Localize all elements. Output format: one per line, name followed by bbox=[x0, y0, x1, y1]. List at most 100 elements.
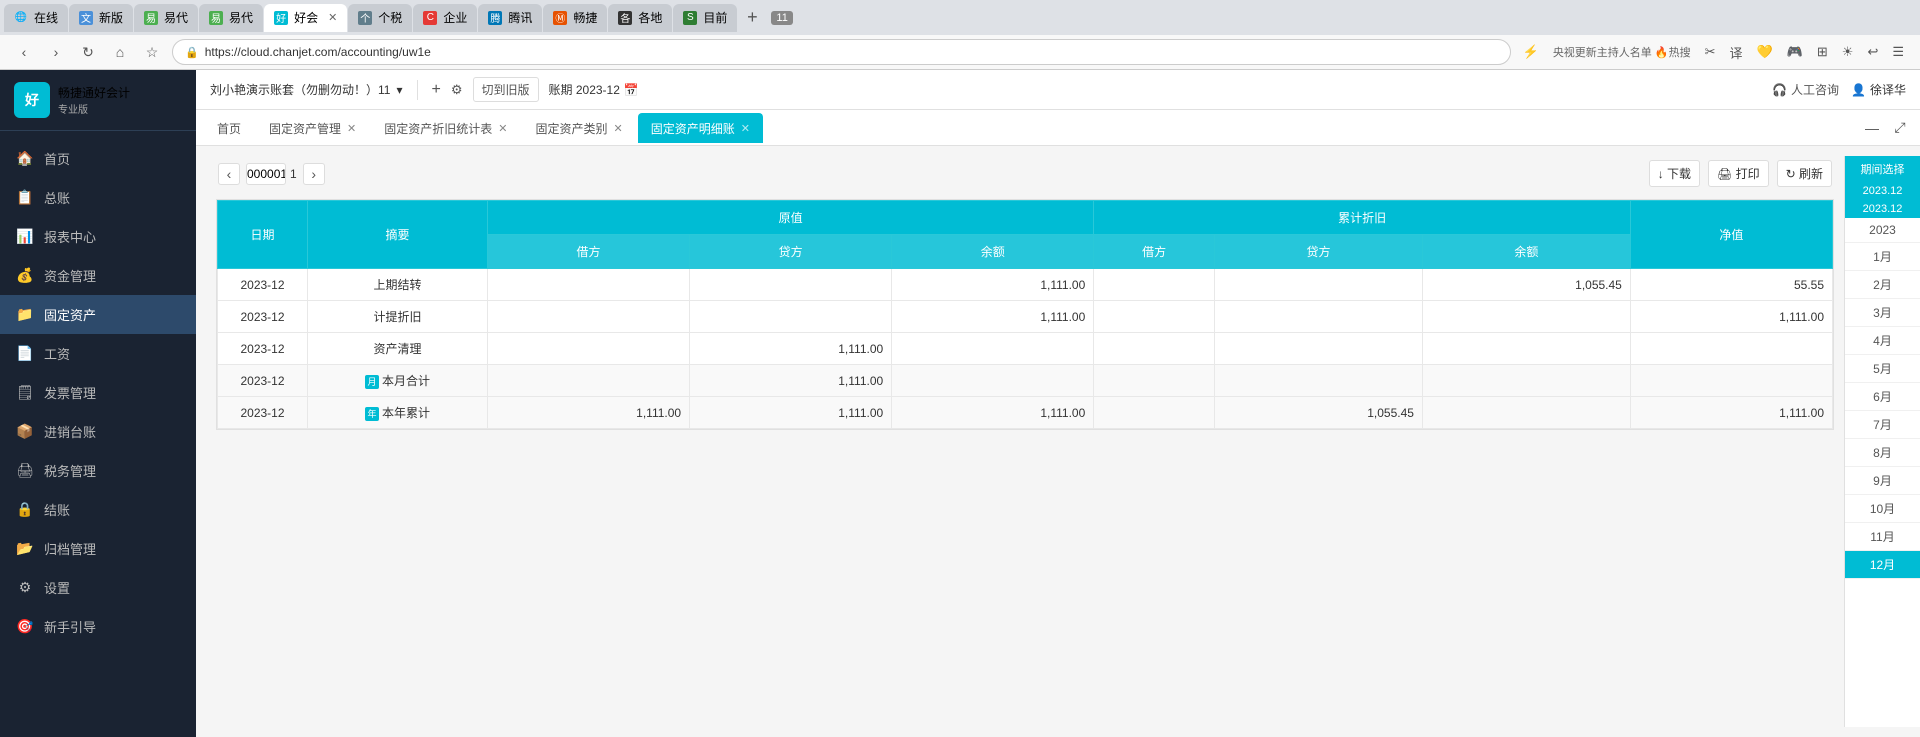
account-selector[interactable]: 刘小艳演示账套（勿删勿动！）11 ▾ bbox=[210, 81, 403, 98]
headset-icon: 🎧 bbox=[1772, 83, 1787, 97]
sidebar-item-home[interactable]: 🏠 首页 bbox=[0, 139, 196, 178]
sidebar-item-fixed-assets[interactable]: 📁 固定资产 bbox=[0, 295, 196, 334]
undo-icon[interactable]: ↩ bbox=[1863, 42, 1882, 62]
page-tab-asset-detail[interactable]: 固定资产明细账 ✕ bbox=[638, 113, 763, 143]
sidebar-item-label-closing: 结账 bbox=[44, 500, 70, 519]
print-button[interactable]: 🖨 打印 bbox=[1708, 160, 1769, 187]
tab-label-0: 在线 bbox=[34, 9, 58, 26]
tab-favicon-0: 🌐 bbox=[14, 11, 28, 25]
period-item-jun[interactable]: 6月 bbox=[1845, 383, 1920, 411]
sidebar-item-closing[interactable]: 🔒 结账 bbox=[0, 490, 196, 529]
row1-orig-debit bbox=[488, 301, 690, 333]
page-tab-fixed-assets-mgmt[interactable]: 固定资产管理 ✕ bbox=[256, 113, 369, 143]
bookmark-button[interactable]: ☆ bbox=[140, 40, 164, 64]
apps-icon[interactable]: ⊞ bbox=[1813, 42, 1832, 62]
extensions-icon[interactable]: ⚡ bbox=[1519, 42, 1543, 62]
search-bar[interactable]: 央视更新主持人名单 🔥热搜 bbox=[1549, 42, 1695, 62]
row1-accum-balance bbox=[1422, 301, 1630, 333]
settings-icon-topbar[interactable]: ⚙ bbox=[451, 82, 463, 98]
sidebar-item-funds[interactable]: 💰 资金管理 bbox=[0, 256, 196, 295]
wallet-icon[interactable]: 💛 bbox=[1753, 42, 1777, 62]
period-item-year[interactable]: 2023 bbox=[1845, 218, 1920, 243]
new-tab-button[interactable]: + bbox=[738, 4, 766, 32]
tab-close-4[interactable]: ✕ bbox=[328, 11, 337, 24]
download-button[interactable]: ↓ 下载 bbox=[1649, 160, 1700, 187]
browser-tab-5[interactable]: 个 个税 bbox=[348, 4, 412, 32]
game-icon[interactable]: 🎮 bbox=[1783, 42, 1807, 62]
period-item-may[interactable]: 5月 bbox=[1845, 355, 1920, 383]
sidebar-item-label-fixed-assets: 固定资产 bbox=[44, 305, 96, 324]
home-button[interactable]: ⌂ bbox=[108, 40, 132, 64]
sidebar-nav: 🏠 首页 📋 总账 📊 报表中心 💰 资金管理 📁 固定资产 📄 工资 bbox=[0, 131, 196, 737]
archive-nav-icon: 📂 bbox=[16, 540, 34, 558]
period-item-dec[interactable]: 12月 bbox=[1845, 551, 1920, 579]
sidebar-logo: 好 畅捷通好会计 专业版 bbox=[0, 70, 196, 131]
page-number-input[interactable] bbox=[246, 163, 286, 185]
period-item-jan[interactable]: 1月 bbox=[1845, 243, 1920, 271]
row1-accum-credit bbox=[1215, 301, 1423, 333]
browser-tab-10[interactable]: S 目前 bbox=[673, 4, 737, 32]
col-accum-debit: 借方 bbox=[1094, 235, 1215, 269]
page-tab-close-3[interactable]: ✕ bbox=[614, 122, 623, 135]
sidebar-item-tax[interactable]: 🖨 税务管理 bbox=[0, 451, 196, 490]
forward-button[interactable]: › bbox=[44, 40, 68, 64]
table-row-monthly-total: 2023-12 月本月合计 1,111.00 bbox=[218, 365, 1833, 397]
sidebar-item-sales[interactable]: 📦 进销台账 bbox=[0, 412, 196, 451]
page-tab-close-2[interactable]: ✕ bbox=[498, 122, 507, 135]
sidebar-item-invoices[interactable]: 🗒 发票管理 bbox=[0, 373, 196, 412]
sidebar-item-settings[interactable]: ⚙ 设置 bbox=[0, 568, 196, 607]
row3-date: 2023-12 bbox=[218, 365, 308, 397]
browser-tab-3[interactable]: 易 易代 bbox=[199, 4, 263, 32]
period-item-sep[interactable]: 9月 bbox=[1845, 467, 1920, 495]
scissors-icon[interactable]: ✂ bbox=[1701, 42, 1720, 62]
browser-tab-1[interactable]: 文 新版 bbox=[69, 4, 133, 32]
sidebar-item-reports[interactable]: 📊 报表中心 bbox=[0, 217, 196, 256]
brightness-icon[interactable]: ☀ bbox=[1838, 42, 1858, 62]
browser-tab-7[interactable]: 腾 腾讯 bbox=[478, 4, 542, 32]
sidebar-item-archive[interactable]: 📂 归档管理 bbox=[0, 529, 196, 568]
next-record-button[interactable]: › bbox=[303, 163, 325, 185]
col-orig-balance: 余额 bbox=[892, 235, 1094, 269]
tab-label-4: 好会 bbox=[294, 9, 318, 26]
user-profile[interactable]: 👤 徐译华 bbox=[1851, 81, 1906, 98]
page-tab-close-4[interactable]: ✕ bbox=[741, 122, 750, 135]
page-tab-depreciation-stats[interactable]: 固定资产折旧统计表 ✕ bbox=[371, 113, 520, 143]
back-button[interactable]: ‹ bbox=[12, 40, 36, 64]
period-item-aug[interactable]: 8月 bbox=[1845, 439, 1920, 467]
sidebar-item-guide[interactable]: 🎯 新手引导 bbox=[0, 607, 196, 646]
period-item-nov[interactable]: 11月 bbox=[1845, 523, 1920, 551]
period-item-jul[interactable]: 7月 bbox=[1845, 411, 1920, 439]
browser-tab-4[interactable]: 好 好会 ✕ bbox=[264, 4, 347, 32]
tab-label-3: 易代 bbox=[229, 9, 253, 26]
period-item-mar[interactable]: 3月 bbox=[1845, 299, 1920, 327]
refresh-button[interactable]: ↻ 刷新 bbox=[1777, 160, 1832, 187]
url-input[interactable]: 🔒 https://cloud.chanjet.com/accounting/u… bbox=[172, 39, 1511, 65]
period-item-feb[interactable]: 2月 bbox=[1845, 271, 1920, 299]
customer-service-button[interactable]: 🎧 人工咨询 bbox=[1772, 81, 1839, 98]
prev-record-button[interactable]: ‹ bbox=[218, 163, 240, 185]
tab-label-1: 新版 bbox=[99, 9, 123, 26]
add-account-button[interactable]: + bbox=[432, 81, 441, 99]
sidebar-item-label-ledger: 总账 bbox=[44, 188, 70, 207]
browser-tab-0[interactable]: 🌐 在线 bbox=[4, 4, 68, 32]
calendar-icon[interactable]: 📅 bbox=[624, 83, 639, 97]
page-tab-close-1[interactable]: ✕ bbox=[347, 122, 356, 135]
browser-tab-2[interactable]: 易 易代 bbox=[134, 4, 198, 32]
reload-button[interactable]: ↻ bbox=[76, 40, 100, 64]
browser-tab-6[interactable]: C 企业 bbox=[413, 4, 477, 32]
page-tab-home[interactable]: 首页 bbox=[204, 113, 254, 143]
switch-version-button[interactable]: 切到旧版 bbox=[473, 77, 539, 102]
browser-tab-9[interactable]: 各 各地 bbox=[608, 4, 672, 32]
minimize-tab-button[interactable]: — bbox=[1860, 116, 1884, 140]
page-tab-asset-category[interactable]: 固定资产类别 ✕ bbox=[522, 113, 635, 143]
sidebar-item-ledger[interactable]: 📋 总账 bbox=[0, 178, 196, 217]
translate-icon[interactable]: 译 bbox=[1725, 41, 1746, 64]
maximize-tab-button[interactable]: ⤢ bbox=[1888, 116, 1912, 140]
sidebar-item-payroll[interactable]: 📄 工资 bbox=[0, 334, 196, 373]
period-item-apr[interactable]: 4月 bbox=[1845, 327, 1920, 355]
row4-accum-balance bbox=[1422, 397, 1630, 429]
browser-tab-8[interactable]: Ⓜ 畅捷 bbox=[543, 4, 607, 32]
menu-icon[interactable]: ☰ bbox=[1888, 42, 1908, 62]
monthly-tag: 月 bbox=[365, 375, 379, 389]
period-item-oct[interactable]: 10月 bbox=[1845, 495, 1920, 523]
